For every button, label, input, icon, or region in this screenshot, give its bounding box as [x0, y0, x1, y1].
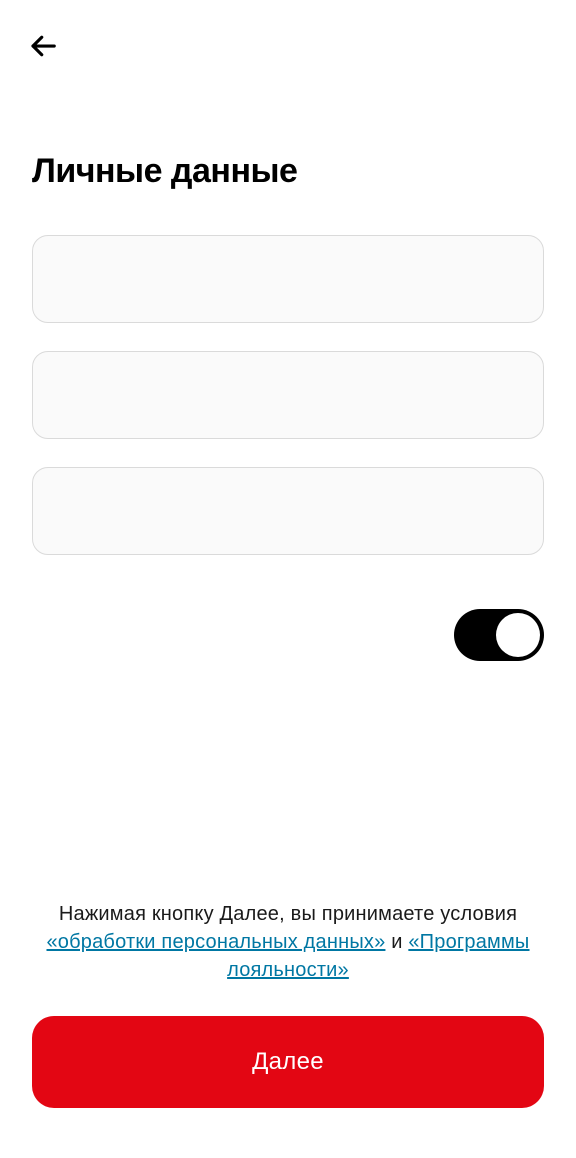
next-button[interactable]: Далее [32, 1016, 544, 1108]
personal-data-link[interactable]: «обработки персональных данных» [46, 931, 385, 953]
terms-text: Нажимая кнопку Далее, вы принимаете усло… [32, 900, 544, 984]
input-field-2[interactable] [32, 351, 544, 439]
input-field-1[interactable] [32, 235, 544, 323]
terms-prefix: Нажимая кнопку Далее, вы принимаете усло… [59, 903, 517, 925]
page-title: Личные данные [32, 152, 544, 191]
back-button[interactable] [28, 30, 60, 62]
toggle-knob [496, 613, 540, 657]
terms-connector: и [385, 931, 408, 953]
input-field-3[interactable] [32, 467, 544, 555]
toggle-switch[interactable] [454, 609, 544, 661]
arrow-left-icon [28, 31, 58, 61]
